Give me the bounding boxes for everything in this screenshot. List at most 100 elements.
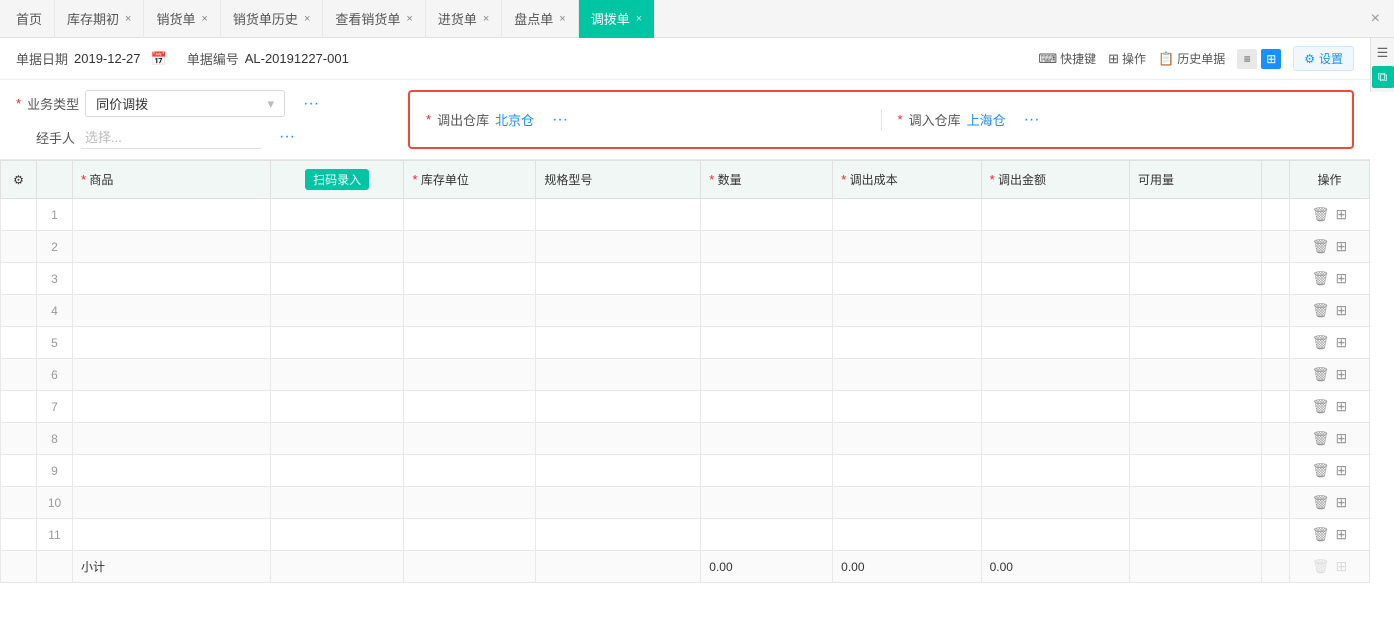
cell-cost[interactable] xyxy=(833,487,981,519)
cell-amount[interactable] xyxy=(981,327,1129,359)
tab-sales-order-close[interactable]: × xyxy=(201,13,207,25)
cell-qty[interactable] xyxy=(701,199,833,231)
tab-home[interactable]: 首页 xyxy=(4,0,55,38)
shortcut-button[interactable]: ⌨ 快捷键 xyxy=(1038,50,1096,67)
cell-spec[interactable] xyxy=(536,423,701,455)
handler-more-icon[interactable]: ··· xyxy=(275,128,299,146)
cell-cost[interactable] xyxy=(833,391,981,423)
copy-row-button[interactable]: ⊞ xyxy=(1333,462,1351,478)
cell-unit[interactable] xyxy=(404,263,536,295)
out-warehouse-more-icon[interactable]: ··· xyxy=(548,111,572,129)
close-all-button[interactable]: × xyxy=(1361,10,1390,28)
cell-cost[interactable] xyxy=(833,455,981,487)
scan-button[interactable]: 扫码录入 xyxy=(305,169,369,190)
tab-transfer[interactable]: 调拨单 × xyxy=(579,0,654,38)
cell-qty[interactable] xyxy=(701,519,833,551)
cell-spec[interactable] xyxy=(536,487,701,519)
cell-spec[interactable] xyxy=(536,295,701,327)
cell-product[interactable] xyxy=(73,359,271,391)
copy-row-button[interactable]: ⊞ xyxy=(1333,430,1351,446)
cell-qty[interactable] xyxy=(701,327,833,359)
cell-product[interactable] xyxy=(73,263,271,295)
tab-stocktake-close[interactable]: × xyxy=(559,13,565,25)
table-gear-icon[interactable]: ⚙ xyxy=(13,173,24,187)
copy-row-button[interactable]: ⊞ xyxy=(1333,206,1351,222)
tab-inventory-init[interactable]: 库存期初 × xyxy=(55,0,144,38)
cell-amount[interactable] xyxy=(981,455,1129,487)
cell-cost[interactable] xyxy=(833,199,981,231)
cell-unit[interactable] xyxy=(404,327,536,359)
sidebar-list-icon[interactable]: ☰ xyxy=(1372,42,1394,64)
delete-row-button[interactable]: 🗑 xyxy=(1309,462,1333,478)
cell-spec[interactable] xyxy=(536,391,701,423)
cell-product[interactable] xyxy=(73,519,271,551)
delete-row-button[interactable]: 🗑 xyxy=(1309,302,1333,318)
delete-row-button[interactable]: 🗑 xyxy=(1309,494,1333,510)
cell-qty[interactable] xyxy=(701,263,833,295)
cell-qty[interactable] xyxy=(701,231,833,263)
cell-spec[interactable] xyxy=(536,327,701,359)
cell-amount[interactable] xyxy=(981,359,1129,391)
cell-qty[interactable] xyxy=(701,295,833,327)
cell-cost[interactable] xyxy=(833,295,981,327)
in-warehouse-value[interactable]: 上海仓 xyxy=(967,110,1006,129)
copy-row-button[interactable]: ⊞ xyxy=(1333,398,1351,414)
copy-row-button[interactable]: ⊞ xyxy=(1333,238,1351,254)
tab-view-sales-close[interactable]: × xyxy=(406,13,412,25)
cell-spec[interactable] xyxy=(536,231,701,263)
business-more-icon[interactable]: ··· xyxy=(299,95,323,113)
cell-amount[interactable] xyxy=(981,391,1129,423)
tab-view-sales[interactable]: 查看销货单 × xyxy=(323,0,425,38)
cell-cost[interactable] xyxy=(833,423,981,455)
business-type-select[interactable]: 同价调拨 ▾ xyxy=(85,90,285,117)
tab-purchase[interactable]: 进货单 × xyxy=(426,0,502,38)
cell-amount[interactable] xyxy=(981,295,1129,327)
cell-qty[interactable] xyxy=(701,359,833,391)
cell-spec[interactable] xyxy=(536,455,701,487)
cell-qty[interactable] xyxy=(701,391,833,423)
history-button[interactable]: 📋 历史单据 xyxy=(1158,50,1225,67)
cell-amount[interactable] xyxy=(981,423,1129,455)
cell-product[interactable] xyxy=(73,327,271,359)
cell-cost[interactable] xyxy=(833,327,981,359)
calendar-icon[interactable]: 📅 xyxy=(151,51,167,67)
tab-sales-order[interactable]: 销货单 × xyxy=(144,0,220,38)
cell-product[interactable] xyxy=(73,423,271,455)
tab-inventory-init-close[interactable]: × xyxy=(125,13,131,25)
delete-row-button[interactable]: 🗑 xyxy=(1309,366,1333,382)
cell-cost[interactable] xyxy=(833,519,981,551)
cell-cost[interactable] xyxy=(833,263,981,295)
cell-amount[interactable] xyxy=(981,519,1129,551)
cell-amount[interactable] xyxy=(981,231,1129,263)
copy-row-button[interactable]: ⊞ xyxy=(1333,334,1351,350)
delete-row-button[interactable]: 🗑 xyxy=(1309,430,1333,446)
cell-cost[interactable] xyxy=(833,231,981,263)
in-warehouse-more-icon[interactable]: ··· xyxy=(1020,111,1044,129)
cell-unit[interactable] xyxy=(404,519,536,551)
cell-unit[interactable] xyxy=(404,455,536,487)
cell-unit[interactable] xyxy=(404,487,536,519)
settings-button[interactable]: ⚙ 设置 xyxy=(1293,46,1354,71)
cell-product[interactable] xyxy=(73,487,271,519)
cell-spec[interactable] xyxy=(536,263,701,295)
tab-sales-history-close[interactable]: × xyxy=(304,13,310,25)
cell-unit[interactable] xyxy=(404,231,536,263)
cell-amount[interactable] xyxy=(981,263,1129,295)
cell-spec[interactable] xyxy=(536,519,701,551)
operate-button[interactable]: ⊞ 操作 xyxy=(1108,50,1146,67)
cell-product[interactable] xyxy=(73,455,271,487)
tab-purchase-close[interactable]: × xyxy=(483,13,489,25)
delete-row-button[interactable]: 🗑 xyxy=(1309,398,1333,414)
cell-amount[interactable] xyxy=(981,199,1129,231)
copy-row-button[interactable]: ⊞ xyxy=(1333,270,1351,286)
tab-sales-history[interactable]: 销货单历史 × xyxy=(221,0,323,38)
delete-row-button[interactable]: 🗑 xyxy=(1309,206,1333,222)
copy-row-button[interactable]: ⊞ xyxy=(1333,526,1351,542)
tab-transfer-close[interactable]: × xyxy=(636,13,642,25)
delete-row-button[interactable]: 🗑 xyxy=(1309,526,1333,542)
cell-amount[interactable] xyxy=(981,487,1129,519)
sidebar-external-icon[interactable]: ⧉ xyxy=(1372,66,1394,88)
delete-row-button[interactable]: 🗑 xyxy=(1309,238,1333,254)
cell-unit[interactable] xyxy=(404,391,536,423)
cell-product[interactable] xyxy=(73,199,271,231)
